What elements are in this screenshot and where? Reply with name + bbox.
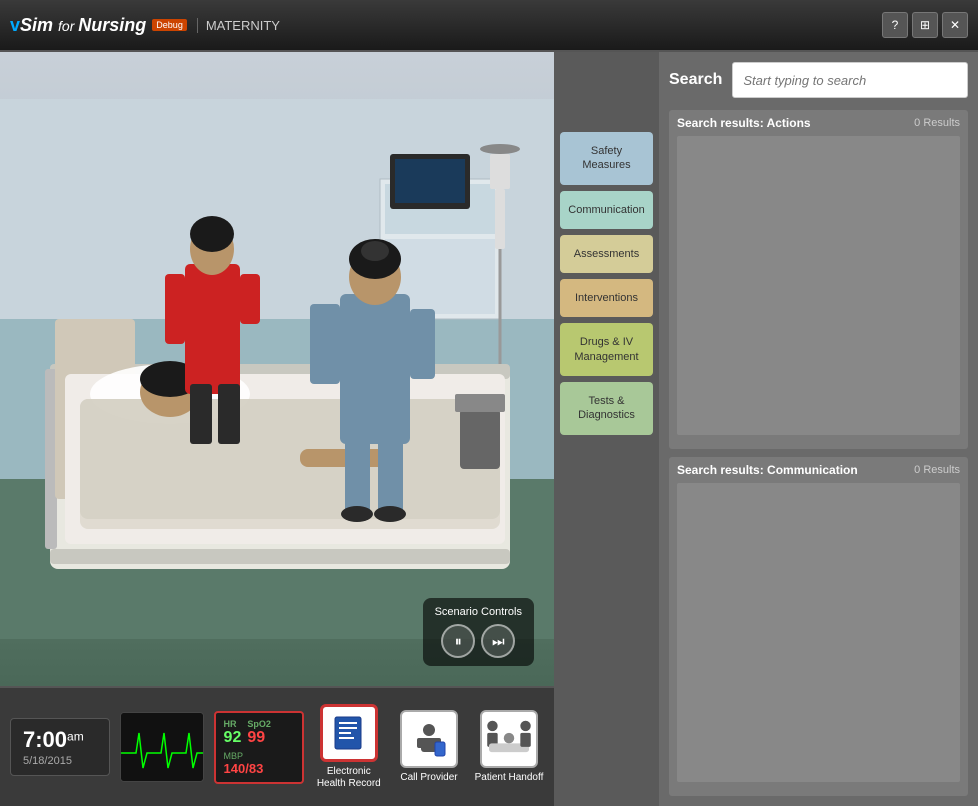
app-title: vSim for Nursing — [10, 15, 146, 36]
tests-diagnostics-button[interactable]: Tests & Diagnostics — [560, 382, 653, 435]
patient-handoff-button[interactable]: Patient Handoff — [474, 710, 544, 784]
search-results-actions: Search results: Actions 0 Results — [669, 110, 968, 449]
drugs-iv-button[interactable]: Drugs & IV Management — [560, 323, 653, 376]
time-display: 7:00am 5/18/2015 — [10, 718, 110, 776]
ehr-icon — [320, 704, 378, 762]
app-sim: Sim — [20, 15, 53, 35]
title-left: vSim for Nursing Debug MATERNITY — [10, 15, 280, 36]
status-bar: 7:00am 5/18/2015 HR 92 — [0, 686, 554, 806]
close-button[interactable]: ✕ — [942, 12, 968, 38]
hr-value: 92 — [224, 729, 242, 747]
safety-measures-button[interactable]: Safety Measures — [560, 132, 653, 185]
search-results-communication-title: Search results: Communication — [677, 463, 858, 477]
search-results-actions-body — [677, 136, 960, 435]
scenario-label: Scenario Controls — [435, 606, 522, 618]
scene-svg — [0, 52, 554, 686]
search-results-communication-count: 0 Results — [914, 464, 960, 476]
spo2-label: SpO2 — [247, 719, 271, 729]
app-nursing: Nursing — [78, 15, 146, 35]
forward-button[interactable]: ⏭ — [481, 624, 515, 658]
category-menu: Safety Measures Communication Assessment… — [554, 52, 659, 806]
vitals-display: HR 92 SpO2 99 MBP 140/83 — [214, 711, 304, 784]
time-text: 7:00 — [23, 727, 67, 752]
time-ampm: am — [67, 730, 84, 744]
call-provider-button[interactable]: Call Provider — [394, 710, 464, 784]
debug-badge: Debug — [152, 19, 187, 31]
search-input[interactable] — [732, 62, 968, 98]
right-panel: Safety Measures Communication Assessment… — [554, 52, 978, 806]
date-text: 5/18/2015 — [23, 755, 97, 767]
search-results-actions-header: Search results: Actions 0 Results — [677, 116, 960, 130]
ehr-button[interactable]: Electronic Health Record — [314, 704, 384, 790]
spo2-value: 99 — [247, 729, 271, 747]
search-results-communication-header: Search results: Communication 0 Results — [677, 463, 960, 477]
ehr-label: Electronic Health Record — [314, 766, 384, 790]
help-button[interactable]: ? — [882, 12, 908, 38]
call-provider-icon — [400, 710, 458, 768]
search-results-communication-body — [677, 483, 960, 782]
interventions-button[interactable]: Interventions — [560, 279, 653, 317]
title-controls: ? ⊞ ✕ — [882, 12, 968, 38]
hr-label: HR — [224, 719, 242, 729]
ecg-display — [120, 712, 204, 782]
scenario-controls: Scenario Controls ⏸ ⏭ — [423, 598, 534, 666]
search-title: Search — [669, 71, 722, 89]
patient-handoff-label: Patient Handoff — [475, 772, 544, 784]
title-bar: vSim for Nursing Debug MATERNITY ? ⊞ ✕ — [0, 0, 978, 52]
search-results-actions-title: Search results: Actions — [677, 116, 811, 130]
app-for: for — [58, 18, 78, 34]
search-panel: Search Search results: Actions 0 Results… — [659, 52, 978, 806]
call-provider-label: Call Provider — [400, 772, 457, 784]
search-header: Search — [669, 62, 968, 98]
search-results-actions-count: 0 Results — [914, 117, 960, 129]
communication-button[interactable]: Communication — [560, 191, 653, 229]
mbp-value: 140/83 — [224, 761, 264, 776]
grid-button[interactable]: ⊞ — [912, 12, 938, 38]
main-content: Scenario Controls ⏸ ⏭ 7:00am 5/18/2015 — [0, 52, 978, 806]
search-results-communication: Search results: Communication 0 Results — [669, 457, 968, 796]
patient-handoff-icon — [480, 710, 538, 768]
app-v: v — [10, 15, 20, 35]
pause-button[interactable]: ⏸ — [441, 624, 475, 658]
sim-viewport: Scenario Controls ⏸ ⏭ — [0, 52, 554, 686]
sim-panel: Scenario Controls ⏸ ⏭ 7:00am 5/18/2015 — [0, 52, 554, 806]
scenario-buttons: ⏸ ⏭ — [441, 624, 515, 658]
mbp-label: MBP — [224, 751, 264, 761]
maternity-label: MATERNITY — [197, 18, 280, 33]
assessments-button[interactable]: Assessments — [560, 235, 653, 273]
